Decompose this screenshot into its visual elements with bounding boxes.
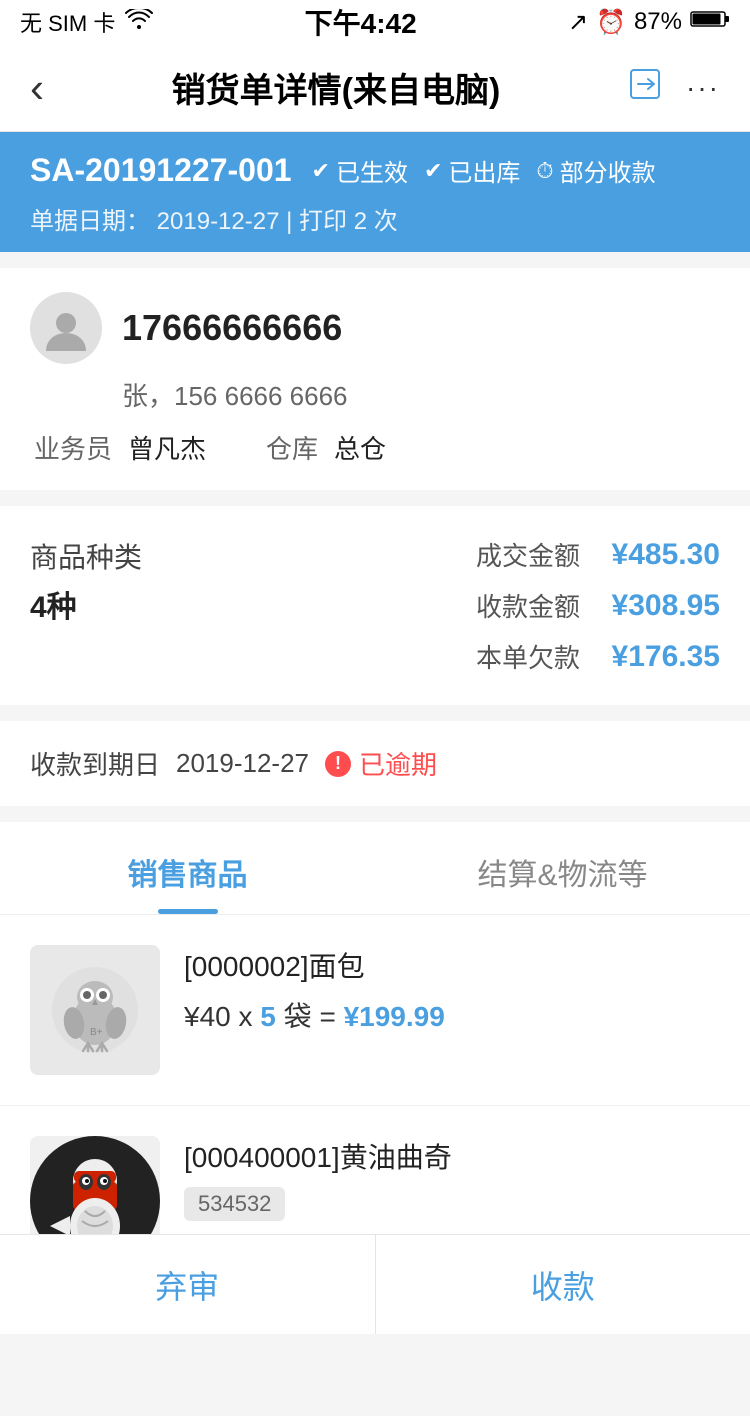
product-item-1: B+ [0000002]面包 ¥40 x 5 袋 = ¥199.99 [0, 915, 750, 1106]
tab-settlement[interactable]: 结算&物流等 [375, 822, 750, 914]
product-name-2: [000400001]黄油曲奇 [184, 1136, 720, 1176]
badge-label-1: 已生效 [336, 153, 408, 188]
badge-label-2: 已出库 [448, 153, 520, 188]
product-total-1: ¥199.99 [344, 1001, 445, 1032]
due-date-value: 2019-12-27 [176, 748, 309, 779]
confirm-button[interactable]: 收款 [376, 1235, 750, 1334]
page-title: 销货单详情(来自电脑) [172, 63, 501, 112]
tab-sales-products[interactable]: 销售商品 [0, 822, 375, 914]
product-tag-2: 534532 [184, 1187, 285, 1221]
deal-label: 成交金额 [476, 536, 580, 573]
deal-row: 成交金额 ¥485.30 [476, 536, 720, 573]
received-label: 收款金额 [476, 587, 580, 624]
alarm-icon: ⏰ [596, 8, 626, 37]
checkmark-icon-2: ✔ [424, 158, 442, 184]
status-right: ↗ ⏰ 87% [568, 8, 730, 37]
overdue-badge: ! 已逾期 [325, 745, 437, 782]
clock-icon: ⏱ [536, 158, 553, 184]
header-banner: SA-20191227-001 ✔ 已生效 ✔ 已出库 ⏱ 部分收款 单据日期：… [0, 132, 750, 252]
received-value: ¥308.95 [600, 589, 720, 623]
product-count-label: 商品种类 [30, 536, 142, 576]
location-icon: ↗ [568, 8, 588, 37]
warehouse-value: 总仓 [334, 429, 386, 466]
debt-label: 本单欠款 [476, 638, 580, 675]
product-info-1: [0000002]面包 ¥40 x 5 袋 = ¥199.99 [184, 945, 720, 1035]
checkmark-icon-1: ✔ [312, 158, 330, 184]
nav-actions: ··· [628, 67, 720, 109]
customer-section: 17666666666 张，156 6666 6666 业务员 曾凡杰 仓库 总… [0, 268, 750, 490]
svg-text:B+: B+ [90, 1027, 103, 1038]
customer-info: 业务员 曾凡杰 仓库 总仓 [30, 429, 720, 466]
status-time: 下午4:42 [305, 2, 417, 42]
print-label: 打印 [299, 208, 347, 235]
share-button[interactable] [628, 67, 662, 109]
battery-text: 87% [634, 8, 682, 36]
status-badges: ✔ 已生效 ✔ 已出库 ⏱ 部分收款 [312, 153, 656, 188]
print-separator: | [286, 208, 299, 235]
customer-name: 张，156 6666 6666 [30, 376, 720, 413]
badge-label-3: 部分收款 [560, 153, 656, 188]
wifi-icon [125, 8, 153, 36]
tabs-section: 销售商品 结算&物流等 [0, 822, 750, 915]
battery-icon [690, 8, 730, 36]
banner-date: 单据日期： 2019-12-27 | 打印 2 次 [30, 201, 720, 236]
print-count: 2 [354, 208, 367, 235]
date-label: 单据日期： [30, 208, 150, 235]
order-id: SA-20191227-001 [30, 152, 292, 189]
sales-info: 业务员 曾凡杰 [34, 429, 206, 466]
sales-value: 曾凡杰 [128, 429, 206, 466]
avatar [30, 292, 102, 364]
owl-icon: B+ [30, 945, 160, 1075]
product-qty-1: 5 [260, 1001, 276, 1032]
bottom-bar: 弃审 收款 [0, 1234, 750, 1334]
product-count-value: 4种 [30, 582, 142, 626]
stats-section: 商品种类 4种 成交金额 ¥485.30 收款金额 ¥308.95 本单欠款 ¥… [0, 506, 750, 705]
deal-value: ¥485.30 [600, 538, 720, 572]
debt-row: 本单欠款 ¥176.35 [476, 638, 720, 675]
status-bar: 无 SIM 卡 下午4:42 ↗ ⏰ 87% [0, 0, 750, 44]
banner-top: SA-20191227-001 ✔ 已生效 ✔ 已出库 ⏱ 部分收款 [30, 152, 720, 189]
product-label: 商品种类 [30, 542, 142, 573]
overdue-icon: ! [325, 751, 351, 777]
customer-phone: 17666666666 [122, 307, 342, 349]
badge-shipped: ✔ 已出库 [424, 153, 520, 188]
back-button[interactable]: ‹ [30, 64, 44, 112]
badge-effective: ✔ 已生效 [312, 153, 408, 188]
status-left: 无 SIM 卡 [20, 6, 153, 38]
product-price-1: ¥40 x 5 袋 = ¥199.99 [184, 995, 720, 1035]
product-name-1: [0000002]面包 [184, 945, 720, 985]
more-button[interactable]: ··· [686, 72, 720, 104]
stats-left: 商品种类 4种 [30, 536, 142, 626]
warehouse-info: 仓库 总仓 [266, 429, 386, 466]
received-row: 收款金额 ¥308.95 [476, 587, 720, 624]
warehouse-label: 仓库 [266, 429, 318, 466]
overdue-label: 已逾期 [359, 745, 437, 782]
nav-bar: ‹ 销货单详情(来自电脑) ··· [0, 44, 750, 132]
print-unit: 次 [374, 208, 398, 235]
product-thumb-1: B+ [30, 945, 160, 1075]
order-date: 2019-12-27 [157, 208, 280, 235]
due-section: 收款到期日 2019-12-27 ! 已逾期 [0, 721, 750, 806]
stats-right: 成交金额 ¥485.30 收款金额 ¥308.95 本单欠款 ¥176.35 [476, 536, 720, 675]
cancel-button[interactable]: 弃审 [0, 1235, 376, 1334]
sim-status: 无 SIM 卡 [20, 6, 115, 38]
due-date-label: 收款到期日 [30, 745, 160, 782]
customer-top: 17666666666 [30, 292, 720, 364]
badge-partial: ⏱ 部分收款 [536, 153, 655, 188]
debt-value: ¥176.35 [600, 640, 720, 674]
sales-label: 业务员 [34, 429, 112, 466]
